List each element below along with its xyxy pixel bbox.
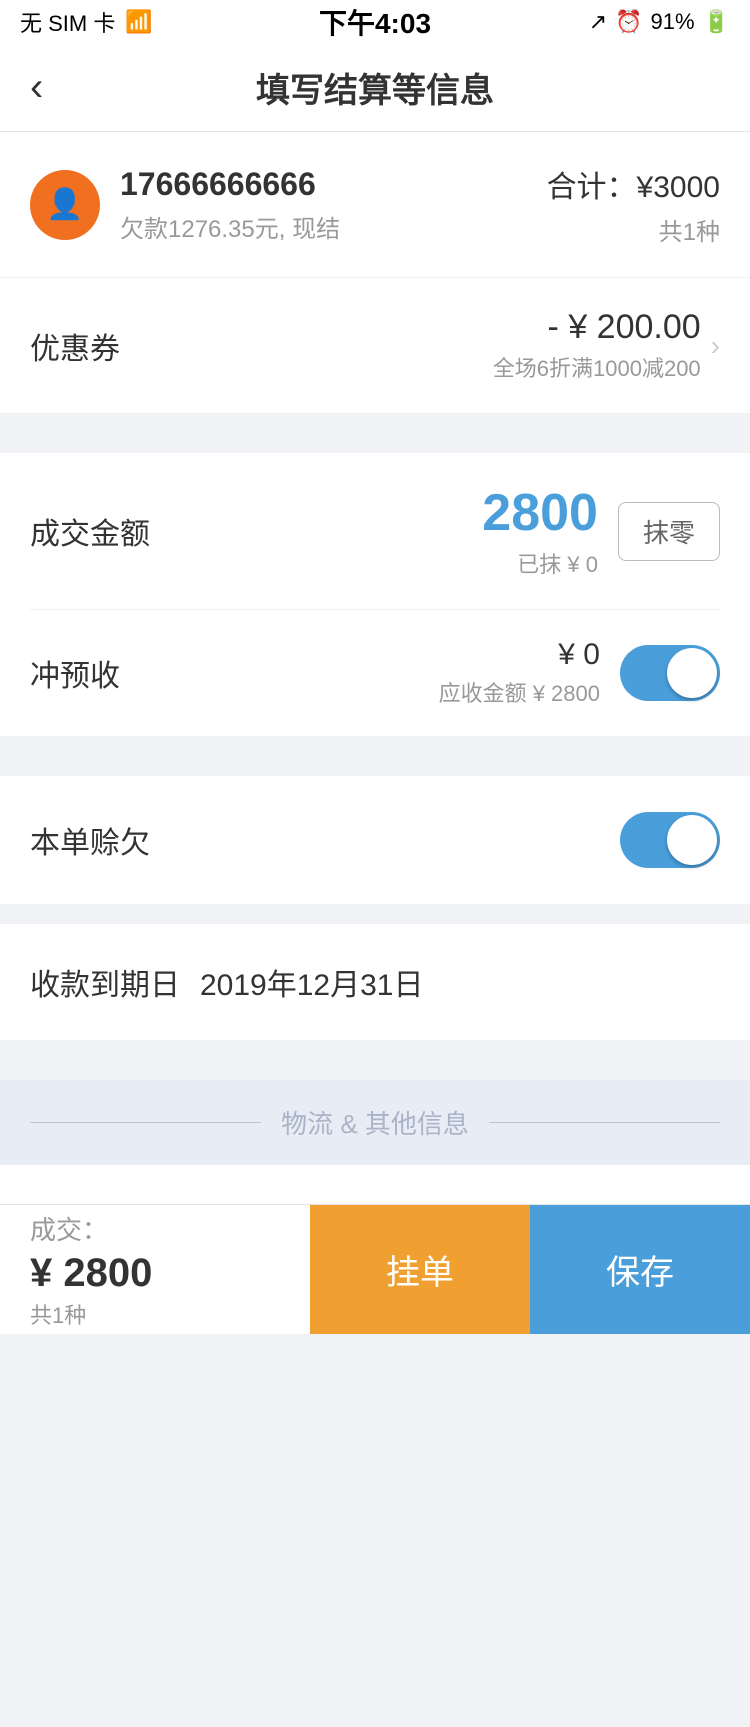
section-divider-1 bbox=[0, 433, 750, 453]
deal-amount-label: 成交金额 bbox=[30, 509, 150, 553]
prepay-toggle[interactable] bbox=[620, 645, 720, 701]
customer-left: 👤 17666666666 欠款1276.35元, 现结 bbox=[30, 166, 340, 244]
logistics-label: 物流 & 其他信息 bbox=[261, 1104, 489, 1141]
deal-amount-value-group: 2800 已抹 ¥ 0 bbox=[482, 483, 598, 579]
logistics-line-right bbox=[489, 1122, 720, 1123]
total-amount: 合计：¥3000 bbox=[547, 162, 720, 206]
toggle-knob bbox=[667, 648, 717, 698]
save-button[interactable]: 保存 bbox=[530, 1205, 750, 1334]
status-bar: 无 SIM 卡 📶 下午4:03 ↗ ⏰ 91% 🔋 bbox=[0, 0, 750, 44]
carrier-text: 无 SIM 卡 bbox=[20, 6, 115, 38]
location-icon: ↗ bbox=[589, 9, 607, 35]
battery-icon: 🔋 bbox=[703, 9, 730, 35]
coupon-row[interactable]: 优惠券 - ¥ 200.00 全场6折满1000减200 › bbox=[0, 277, 750, 413]
hang-button[interactable]: 挂单 bbox=[310, 1205, 530, 1334]
debt-section: 本单赊欠 bbox=[0, 776, 750, 904]
prepay-sub: 应收金额 ¥ 2800 bbox=[439, 676, 600, 708]
customer-right: 合计：¥3000 共1种 bbox=[547, 162, 720, 247]
amount-section: 成交金额 2800 已抹 ¥ 0 抹零 冲预收 ¥ 0 应收金额 ¥ 2800 bbox=[0, 453, 750, 736]
prepay-label: 冲预收 bbox=[30, 651, 120, 695]
duedate-value: 2019年12月31日 bbox=[200, 960, 423, 1004]
debt-toggle[interactable] bbox=[620, 812, 720, 868]
debt-toggle-knob bbox=[667, 815, 717, 865]
prepay-right: ¥ 0 应收金额 ¥ 2800 bbox=[439, 638, 720, 708]
bottom-deal-label: 成交： bbox=[30, 1210, 280, 1247]
deal-amount-row: 成交金额 2800 已抹 ¥ 0 抹零 bbox=[30, 453, 720, 610]
debt-label: 本单赊欠 bbox=[30, 818, 150, 862]
status-carrier: 无 SIM 卡 📶 bbox=[20, 6, 153, 38]
battery-text: 91% bbox=[651, 9, 695, 35]
prepay-value-group: ¥ 0 应收金额 ¥ 2800 bbox=[439, 638, 600, 708]
bottom-count: 共1种 bbox=[30, 1298, 280, 1330]
nav-bar: ‹ 填写结算等信息 bbox=[0, 44, 750, 132]
coupon-discount: - ¥ 200.00 全场6折满1000减200 bbox=[493, 308, 701, 383]
duedate-label: 收款到期日 bbox=[30, 960, 180, 1004]
alarm-icon: ⏰ bbox=[615, 9, 642, 35]
avatar-icon: 👤 bbox=[46, 187, 83, 222]
coupon-right: - ¥ 200.00 全场6折满1000减200 › bbox=[493, 308, 720, 383]
status-right: ↗ ⏰ 91% 🔋 bbox=[589, 9, 730, 35]
prepay-row: 冲预收 ¥ 0 应收金额 ¥ 2800 bbox=[30, 610, 720, 736]
coupon-desc: 全场6折满1000减200 bbox=[493, 351, 701, 383]
bottom-summary: 成交： ¥ 2800 共1种 bbox=[0, 1210, 310, 1330]
chevron-right-icon: › bbox=[711, 330, 720, 362]
round-button[interactable]: 抹零 bbox=[618, 502, 720, 561]
customer-debt: 欠款1276.35元, 现结 bbox=[120, 209, 340, 244]
deal-amount-right: 2800 已抹 ¥ 0 抹零 bbox=[482, 483, 720, 579]
coupon-amount: - ¥ 200.00 bbox=[493, 308, 701, 347]
section-divider-3 bbox=[0, 1060, 750, 1080]
customer-row: 👤 17666666666 欠款1276.35元, 现结 合计：¥3000 共1… bbox=[0, 132, 750, 277]
coupon-label: 优惠券 bbox=[30, 324, 120, 368]
prepay-amount: ¥ 0 bbox=[439, 638, 600, 672]
avatar: 👤 bbox=[30, 170, 100, 240]
content-area: 👤 17666666666 欠款1276.35元, 现结 合计：¥3000 共1… bbox=[0, 132, 750, 1727]
customer-phone: 17666666666 bbox=[120, 166, 340, 203]
total-count: 共1种 bbox=[547, 212, 720, 247]
page-title: 填写结算等信息 bbox=[256, 63, 494, 112]
back-button[interactable]: ‹ bbox=[30, 65, 63, 110]
debt-row: 本单赊欠 bbox=[30, 776, 720, 904]
wifi-icon: 📶 bbox=[125, 9, 152, 35]
deal-amount-sub: 已抹 ¥ 0 bbox=[482, 547, 598, 579]
logistics-section: 物流 & 其他信息 bbox=[0, 1080, 750, 1165]
duedate-row: 收款到期日 2019年12月31日 bbox=[30, 924, 720, 1040]
empty-area bbox=[0, 1327, 750, 1587]
customer-card: 👤 17666666666 欠款1276.35元, 现结 合计：¥3000 共1… bbox=[0, 132, 750, 413]
section-divider-2 bbox=[0, 756, 750, 776]
deal-amount-value: 2800 bbox=[482, 483, 598, 543]
bottom-bar: 成交： ¥ 2800 共1种 挂单 保存 bbox=[0, 1204, 750, 1334]
bottom-amount: ¥ 2800 bbox=[30, 1251, 280, 1296]
logistics-line-left bbox=[30, 1122, 261, 1123]
duedate-section: 收款到期日 2019年12月31日 bbox=[0, 924, 750, 1040]
status-time: 下午4:03 bbox=[319, 2, 431, 42]
customer-info: 17666666666 欠款1276.35元, 现结 bbox=[120, 166, 340, 244]
